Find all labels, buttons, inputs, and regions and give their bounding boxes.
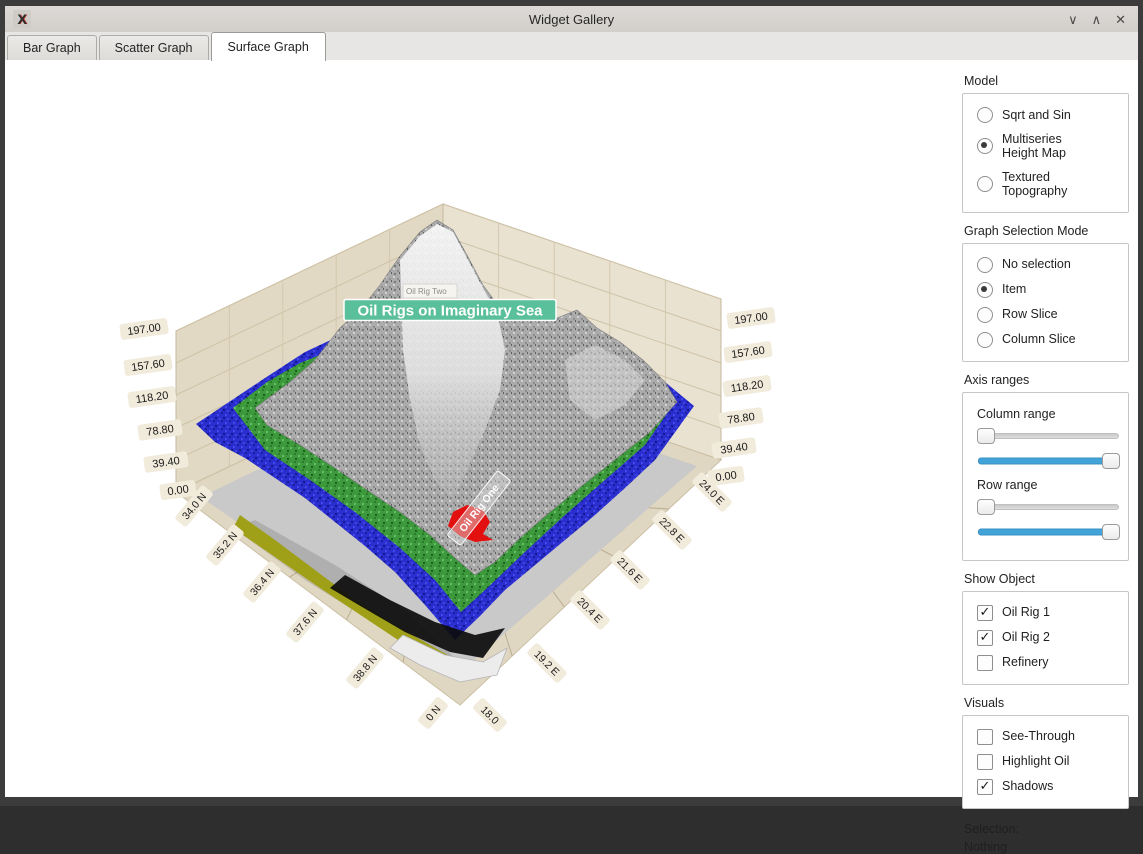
checkbox-icon[interactable] xyxy=(977,605,993,621)
checkbox-label: Oil Rig 1 xyxy=(1002,605,1050,619)
window-controls: ∨ ∧ ✕ xyxy=(1068,13,1138,26)
radio-textured-topography[interactable]: Textured Topography xyxy=(977,170,1120,199)
checkbox-icon[interactable] xyxy=(977,655,993,671)
surface-graph-view[interactable]: 34.0 N 35.2 N 36.4 N 37.6 N 38.8 N 0 N 2… xyxy=(5,60,960,797)
svg-text:Oil Rigs on Imaginary Sea: Oil Rigs on Imaginary Sea xyxy=(357,302,543,319)
row-range-min-slider[interactable] xyxy=(977,499,1120,515)
checkbox-icon[interactable] xyxy=(977,729,993,745)
slider-track[interactable] xyxy=(978,504,1119,510)
tab-scatter-graph[interactable]: Scatter Graph xyxy=(99,35,209,61)
model-group: Sqrt and Sin Multiseries Height Map Text… xyxy=(962,93,1129,213)
slider-track[interactable] xyxy=(978,433,1119,439)
radio-icon[interactable] xyxy=(977,307,993,323)
slider-track[interactable] xyxy=(978,528,1119,535)
checkbox-shadows[interactable]: Shadows xyxy=(977,779,1120,795)
svg-text:Oil Rig Two: Oil Rig Two xyxy=(406,287,447,296)
radio-icon[interactable] xyxy=(977,332,993,348)
visuals-section-title: Visuals xyxy=(964,696,1129,710)
tab-bar-graph[interactable]: Bar Graph xyxy=(7,35,97,61)
minimize-icon[interactable]: ∨ xyxy=(1068,13,1078,26)
radio-label: Item xyxy=(1002,282,1026,296)
row-range-label: Row range xyxy=(977,478,1120,492)
checkbox-icon[interactable] xyxy=(977,630,993,646)
column-range-label: Column range xyxy=(977,407,1120,421)
radio-label: Row Slice xyxy=(1002,307,1058,321)
checkbox-highlight-oil[interactable]: Highlight Oil xyxy=(977,754,1120,770)
radio-row-slice[interactable]: Row Slice xyxy=(977,307,1120,323)
radio-icon[interactable] xyxy=(977,176,993,192)
checkbox-label: Shadows xyxy=(1002,779,1053,793)
show-object-group: Oil Rig 1 Oil Rig 2 Refinery xyxy=(962,591,1129,685)
column-range-min-slider[interactable] xyxy=(977,428,1120,444)
checkbox-icon[interactable] xyxy=(977,779,993,795)
radio-label: Sqrt and Sin xyxy=(1002,108,1071,122)
radio-icon[interactable] xyxy=(977,282,993,298)
main-pane: Bar Graph Scatter Graph Surface Graph xyxy=(5,32,1138,797)
axis-ranges-section-title: Axis ranges xyxy=(964,373,1129,387)
close-icon[interactable]: ✕ xyxy=(1115,13,1126,26)
app-window: X Widget Gallery ∨ ∧ ✕ Bar Graph Scatter… xyxy=(0,0,1143,806)
visuals-group: See-Through Highlight Oil Shadows xyxy=(962,715,1129,809)
checkbox-label: See-Through xyxy=(1002,729,1075,743)
radio-sqrt-and-sin[interactable]: Sqrt and Sin xyxy=(977,107,1120,123)
radio-label: No selection xyxy=(1002,257,1071,271)
radio-icon[interactable] xyxy=(977,107,993,123)
radio-label: Multiseries Height Map xyxy=(1002,132,1098,161)
selection-mode-group: No selection Item Row Slice Column Slice xyxy=(962,243,1129,362)
axis-ranges-group: Column range Row range xyxy=(962,392,1129,561)
checkbox-label: Highlight Oil xyxy=(1002,754,1069,768)
checkbox-icon[interactable] xyxy=(977,754,993,770)
slider-handle[interactable] xyxy=(977,499,995,515)
slider-handle[interactable] xyxy=(1102,453,1120,469)
show-object-section-title: Show Object xyxy=(964,572,1129,586)
slider-handle[interactable] xyxy=(1102,524,1120,540)
selection-label: Selection: xyxy=(964,822,1129,836)
checkbox-see-through[interactable]: See-Through xyxy=(977,729,1120,745)
radio-column-slice[interactable]: Column Slice xyxy=(977,332,1120,348)
column-range-max-slider[interactable] xyxy=(977,453,1120,469)
row-range-max-slider[interactable] xyxy=(977,524,1120,540)
titlebar[interactable]: X Widget Gallery ∨ ∧ ✕ xyxy=(5,6,1138,33)
occluded-series-label: Oil Rig Two xyxy=(403,284,457,298)
radio-multiseries-height-map[interactable]: Multiseries Height Map xyxy=(977,132,1120,161)
checkbox-label: Refinery xyxy=(1002,655,1049,669)
radio-icon[interactable] xyxy=(977,138,993,154)
radio-label: Textured Topography xyxy=(1002,170,1098,199)
checkbox-oil-rig-1[interactable]: Oil Rig 1 xyxy=(977,605,1120,621)
control-panel: Model Sqrt and Sin Multiseries Height Ma… xyxy=(960,60,1138,797)
slider-track[interactable] xyxy=(978,457,1119,464)
window-title: Widget Gallery xyxy=(5,12,1138,27)
radio-no-selection[interactable]: No selection xyxy=(977,257,1120,273)
checkbox-oil-rig-2[interactable]: Oil Rig 2 xyxy=(977,630,1120,646)
surface-plot-canvas[interactable]: 34.0 N 35.2 N 36.4 N 37.6 N 38.8 N 0 N 2… xyxy=(5,60,960,797)
tab-surface-graph[interactable]: Surface Graph xyxy=(211,32,326,61)
radio-label: Column Slice xyxy=(1002,332,1076,346)
tab-bar: Bar Graph Scatter Graph Surface Graph xyxy=(5,32,1138,61)
model-section-title: Model xyxy=(964,74,1129,88)
selection-value: Nothing xyxy=(964,840,1129,854)
checkbox-refinery[interactable]: Refinery xyxy=(977,655,1120,671)
checkbox-label: Oil Rig 2 xyxy=(1002,630,1050,644)
chart-title-badge: Oil Rigs on Imaginary Sea xyxy=(344,300,556,321)
radio-item[interactable]: Item xyxy=(977,282,1120,298)
selection-mode-section-title: Graph Selection Mode xyxy=(964,224,1129,238)
radio-icon[interactable] xyxy=(977,257,993,273)
slider-handle[interactable] xyxy=(977,428,995,444)
maximize-icon[interactable]: ∧ xyxy=(1092,13,1102,26)
